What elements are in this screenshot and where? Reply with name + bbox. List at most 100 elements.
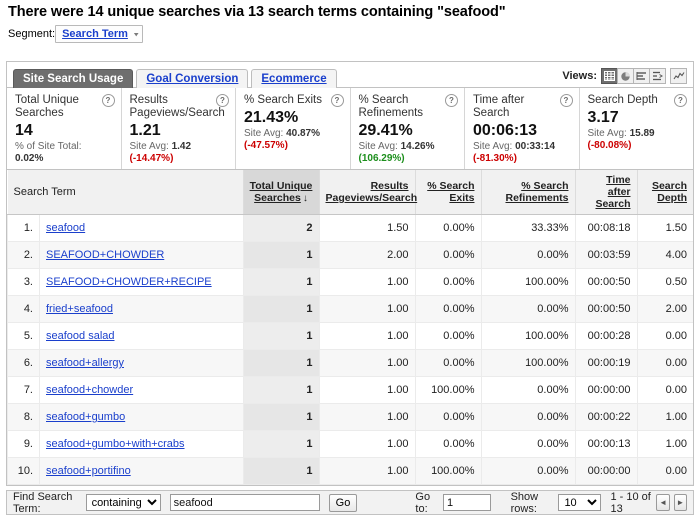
previous-page-button[interactable]: ◄ [656,494,670,511]
table-row: 6. seafood+allergy 1 1.00 0.00% 100.00% 00:00:… [7,349,693,377]
row-percent-search-exits: 0.00% [414,322,481,350]
search-term-link[interactable]: seafood+gumbo+with+crabs [46,438,185,450]
tab-ecommerce[interactable]: Ecommerce [251,69,337,88]
row-results-pageviews-per-search: 1.00 [318,349,415,377]
line-chart-view-icon[interactable] [670,68,687,84]
metric-search-depth: ? Search Depth 3.17 Site Avg: 15.89 (-80… [580,88,694,169]
row-index: 6. [7,349,40,377]
metric-label: Results Pageviews/Search [129,94,225,119]
row-results-pageviews-per-search: 1.00 [318,268,415,296]
show-rows-label: Show rows: [510,490,539,515]
pie-chart-view-icon[interactable] [617,68,634,84]
metric-subtext: Site Avg: 15.89 (-80.08%) [588,128,687,152]
row-percent-search-refinements: 0.00% [480,403,575,431]
metric-value: 1.21 [129,122,161,139]
row-search-term: seafood+allergy [39,349,243,377]
pivot-view-icon[interactable] [649,68,666,84]
table-row: 2. SEAFOOD+CHOWDER 1 2.00 0.00% 0.00% 00:03:59… [7,241,693,269]
go-button[interactable]: Go [328,493,357,512]
row-search-term: fried+seafood [39,295,243,323]
row-percent-search-exits: 0.00% [414,403,481,431]
metric-subtext: Site Avg: 14.26% (106.29%) [359,141,458,165]
row-total-unique-searches: 1 [242,241,319,269]
row-index: 2. [7,241,40,269]
metric-delta: (-47.57%) [244,140,288,151]
search-term-link[interactable]: seafood+portifino [46,465,131,477]
goto-page-input[interactable] [443,494,491,511]
row-total-unique-searches: 1 [242,295,319,323]
table-row: 4. fried+seafood 1 1.00 0.00% 0.00% 00:00:50 2.… [7,295,693,323]
row-search-depth: 0.00 [636,322,693,350]
column-header-percent-search-refinements[interactable]: % Search Refinements [480,170,575,215]
help-icon[interactable]: ? [674,94,687,107]
row-results-pageviews-per-search: 1.50 [318,214,415,242]
row-total-unique-searches: 1 [242,430,319,458]
help-icon[interactable]: ? [445,94,458,107]
help-icon[interactable]: ? [101,94,115,107]
search-term-link[interactable]: fried+seafood [46,303,113,315]
search-term-link[interactable]: seafood+chowder [46,384,133,396]
pagination-range-text: 1 - 10 of 13 [610,490,651,515]
row-time-after-search: 00:00:50 [574,268,637,296]
column-header-search-depth[interactable]: Search Depth [636,170,693,215]
column-header-percent-search-exits[interactable]: % Search Exits [414,170,481,215]
row-percent-search-refinements: 0.00% [480,376,575,404]
row-time-after-search: 00:00:50 [574,295,637,323]
row-results-pageviews-per-search: 1.00 [318,430,415,458]
segment-selector[interactable]: Search Term ▾ [55,25,144,43]
search-term-link[interactable]: seafood+gumbo [46,411,125,423]
goto-label: Go to: [415,490,431,515]
segment-label: Segment: [8,28,56,40]
help-icon[interactable]: ? [559,94,573,107]
metric-label: Search Depth [587,94,658,106]
chevron-down-icon: ▾ [133,30,139,38]
find-search-term-label: Find Search Term: [13,490,73,515]
page-title: There were 14 unique searches via 13 sea… [8,4,506,20]
column-header-search-term[interactable]: Search Term [7,170,243,215]
row-time-after-search: 00:00:13 [574,430,637,458]
search-term-link[interactable]: SEAFOOD+CHOWDER+RECIPE [46,276,212,288]
show-rows-select[interactable]: 102550100250500 [558,494,602,511]
help-icon[interactable]: ? [216,94,229,107]
metric-value: 3.17 [587,109,619,126]
metric-delta: (106.29%) [358,153,405,164]
row-time-after-search: 00:00:22 [574,403,637,431]
row-index: 8. [7,403,40,431]
views-group: Views: [562,68,687,84]
search-term-link[interactable]: seafood salad [46,330,115,342]
column-header-time-after-search[interactable]: Time after Search [574,170,637,215]
row-time-after-search: 00:00:00 [574,457,637,485]
tab-site-search-usage[interactable]: Site Search Usage [13,69,134,88]
column-header-total-unique-searches[interactable]: Total Unique Searches ↓ [242,170,319,215]
column-header-results-pageviews-per-search[interactable]: Results Pageviews/Search [318,170,417,215]
next-page-button[interactable]: ► [673,494,688,511]
metric-results-pageviews-per-search: ? Results Pageviews/Search 1.21 Site Avg… [122,88,236,169]
row-percent-search-refinements: 0.00% [480,457,575,485]
row-total-unique-searches: 1 [242,403,319,431]
search-term-link[interactable]: SEAFOOD+CHOWDER [46,249,164,261]
column-header-label: Time after Search [595,174,631,210]
row-search-term: seafood+gumbo [39,403,243,431]
views-label: Views: [562,70,597,82]
help-icon[interactable]: ? [330,94,344,107]
find-value-input[interactable] [169,494,320,511]
metric-value: 00:06:13 [473,122,538,139]
bar-chart-view-icon[interactable] [633,68,650,84]
row-index: 10. [7,457,40,485]
table-view-icon[interactable] [601,68,618,84]
find-operator-select[interactable]: containingexcluding [85,494,161,511]
row-percent-search-exits: 100.00% [414,376,481,404]
row-search-depth: 2.00 [636,295,693,323]
search-term-link[interactable]: seafood+allergy [46,357,124,369]
column-header-label: % Search Exits [427,180,475,204]
row-percent-search-refinements: 100.00% [480,349,575,377]
row-percent-search-exits: 0.00% [414,268,481,296]
tab-goal-conversion[interactable]: Goal Conversion [136,69,249,88]
search-term-link[interactable]: seafood [46,222,85,234]
metric-value: 14 [15,122,33,139]
metric-total-unique-searches: ? Total Unique Searches 14 % of Site Tot… [7,88,122,169]
row-search-depth: 0.00 [636,457,693,485]
row-search-term: seafood salad [39,322,243,350]
metric-label: Time after Search [473,94,525,119]
table-row: 1. seafood 2 1.50 0.00% 33.33% 00:08:18 1.50 [7,214,693,242]
